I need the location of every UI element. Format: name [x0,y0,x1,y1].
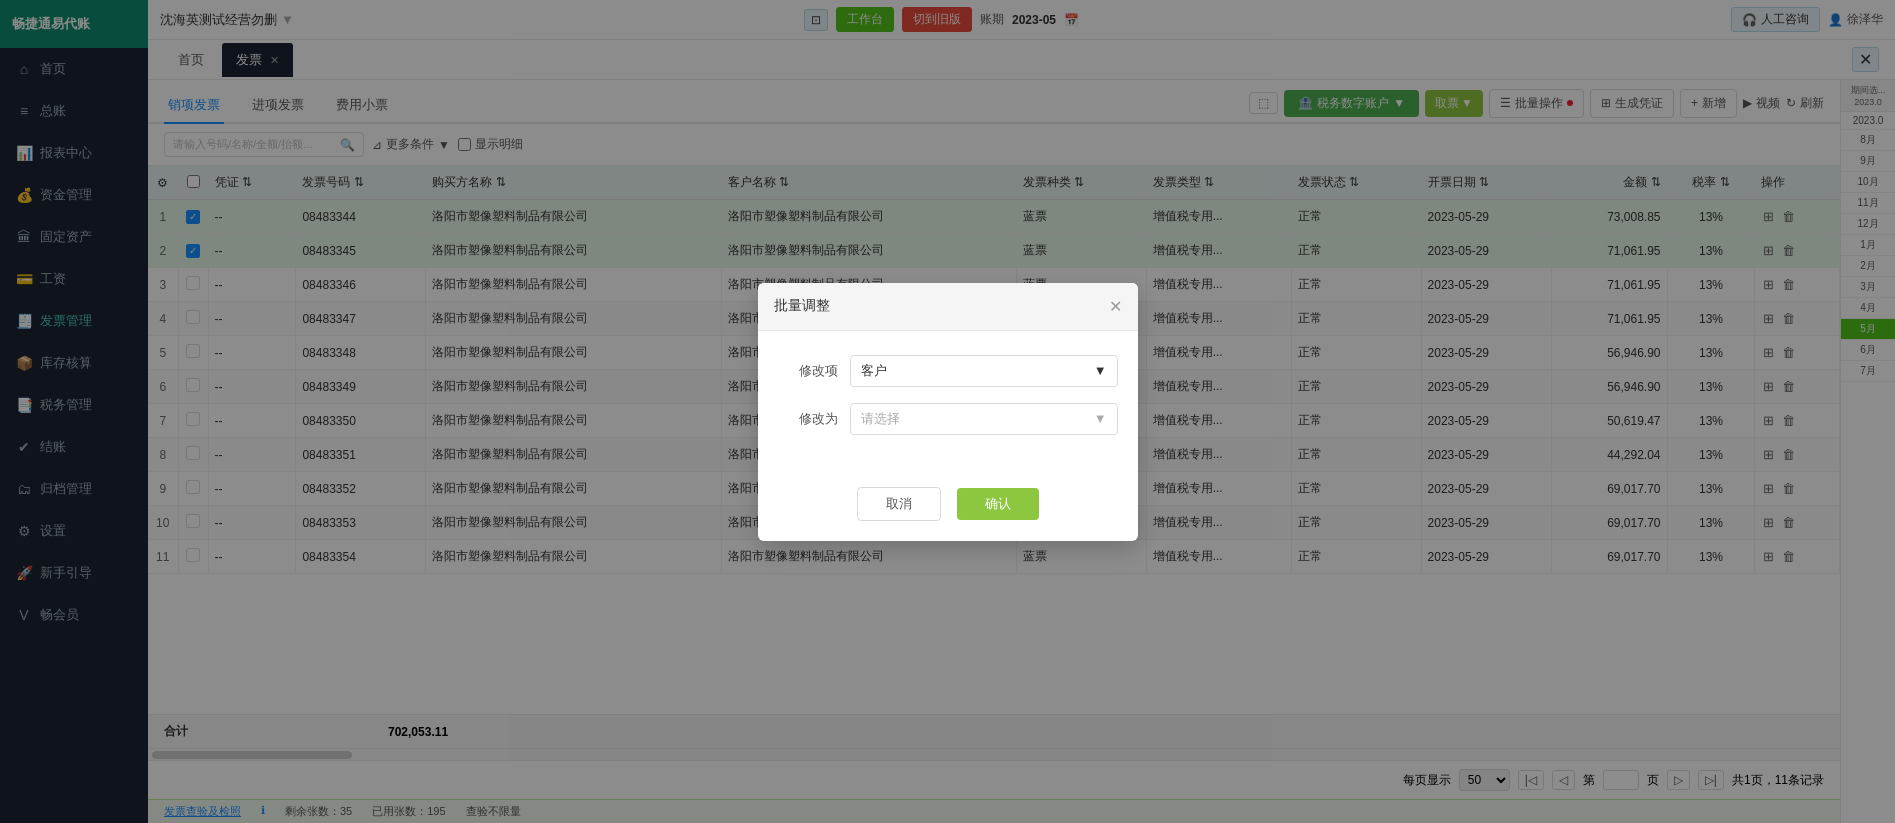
chevron-down-icon: ▼ [1094,411,1107,426]
modal-value-label: 修改为 [778,410,838,428]
modal-overlay[interactable]: 批量调整 ✕ 修改项 客户 ▼ 修改为 请选择 ▼ 取消 确认 [0,0,1895,823]
modal-value-placeholder: 请选择 [861,410,900,428]
modal-value-row: 修改为 请选择 ▼ [778,403,1118,435]
confirm-button[interactable]: 确认 [957,488,1039,520]
modal-title: 批量调整 [774,297,830,315]
modal-value-select[interactable]: 请选择 ▼ [850,403,1118,435]
modal-field-select[interactable]: 客户 ▼ [850,355,1118,387]
batch-adjust-modal: 批量调整 ✕ 修改项 客户 ▼ 修改为 请选择 ▼ 取消 确认 [758,283,1138,541]
modal-field-value: 客户 [861,362,887,380]
modal-header: 批量调整 ✕ [758,283,1138,331]
modal-field-label: 修改项 [778,362,838,380]
chevron-down-icon: ▼ [1094,363,1107,378]
modal-field-row: 修改项 客户 ▼ [778,355,1118,387]
modal-body: 修改项 客户 ▼ 修改为 请选择 ▼ [758,331,1138,475]
modal-close-button[interactable]: ✕ [1109,297,1122,316]
modal-footer: 取消 确认 [758,475,1138,541]
cancel-button[interactable]: 取消 [857,487,941,521]
